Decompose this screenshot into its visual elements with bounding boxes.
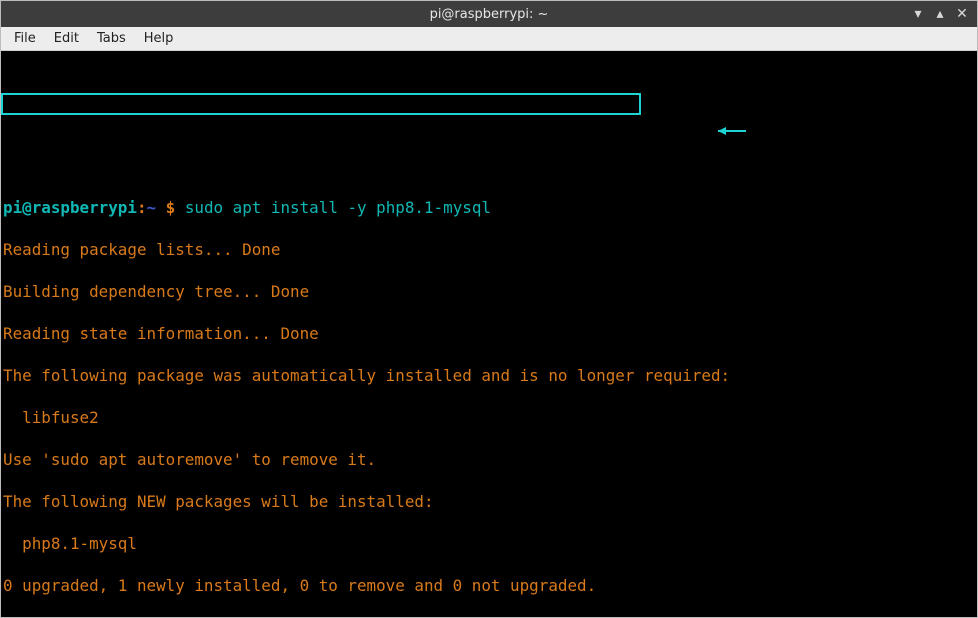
prompt-line: pi@raspberrypi:~ $ sudo apt install -y p…	[3, 198, 975, 219]
window-controls: ▾ ▴ ✕	[909, 1, 971, 27]
terminal-area[interactable]: pi@raspberrypi:~ $ sudo apt install -y p…	[1, 51, 977, 617]
prompt-colon: :	[137, 198, 147, 217]
close-button[interactable]: ✕	[953, 1, 971, 27]
terminal-window: pi@raspberrypi: ~ ▾ ▴ ✕ File Edit Tabs H…	[0, 0, 978, 618]
prompt-command: sudo apt install -y php8.1-mysql	[185, 198, 491, 217]
menu-edit[interactable]: Edit	[45, 29, 88, 48]
menu-help[interactable]: Help	[135, 29, 183, 48]
output-line: php8.1-mysql	[3, 534, 975, 555]
scrollbar-thumb[interactable]	[968, 50, 976, 618]
menu-file[interactable]: File	[5, 29, 45, 48]
terminal-content: pi@raspberrypi:~ $ sudo apt install -y p…	[1, 93, 977, 617]
prompt-dollar: $	[156, 198, 185, 217]
terminal-scrollbar[interactable]	[966, 50, 978, 618]
prompt-userhost: pi@raspberrypi	[3, 198, 137, 217]
output-line: The following NEW packages will be insta…	[3, 492, 975, 513]
prompt-path: ~	[147, 198, 157, 217]
output-line: Reading package lists... Done	[3, 240, 975, 261]
output-line: The following package was automatically …	[3, 366, 975, 387]
maximize-button[interactable]: ▴	[931, 1, 949, 27]
titlebar[interactable]: pi@raspberrypi: ~ ▾ ▴ ✕	[1, 1, 977, 27]
arrow-annotation	[641, 102, 671, 106]
output-line: 0 upgraded, 1 newly installed, 0 to remo…	[3, 576, 975, 597]
highlight-annotation	[1, 93, 641, 115]
minimize-button[interactable]: ▾	[909, 1, 927, 27]
output-line: libfuse2	[3, 408, 975, 429]
menubar: File Edit Tabs Help	[1, 27, 977, 51]
output-line: Use 'sudo apt autoremove' to remove it.	[3, 450, 975, 471]
output-line: Reading state information... Done	[3, 324, 975, 345]
window-title: pi@raspberrypi: ~	[430, 7, 549, 22]
output-line: Building dependency tree... Done	[3, 282, 975, 303]
menu-tabs[interactable]: Tabs	[88, 29, 135, 48]
